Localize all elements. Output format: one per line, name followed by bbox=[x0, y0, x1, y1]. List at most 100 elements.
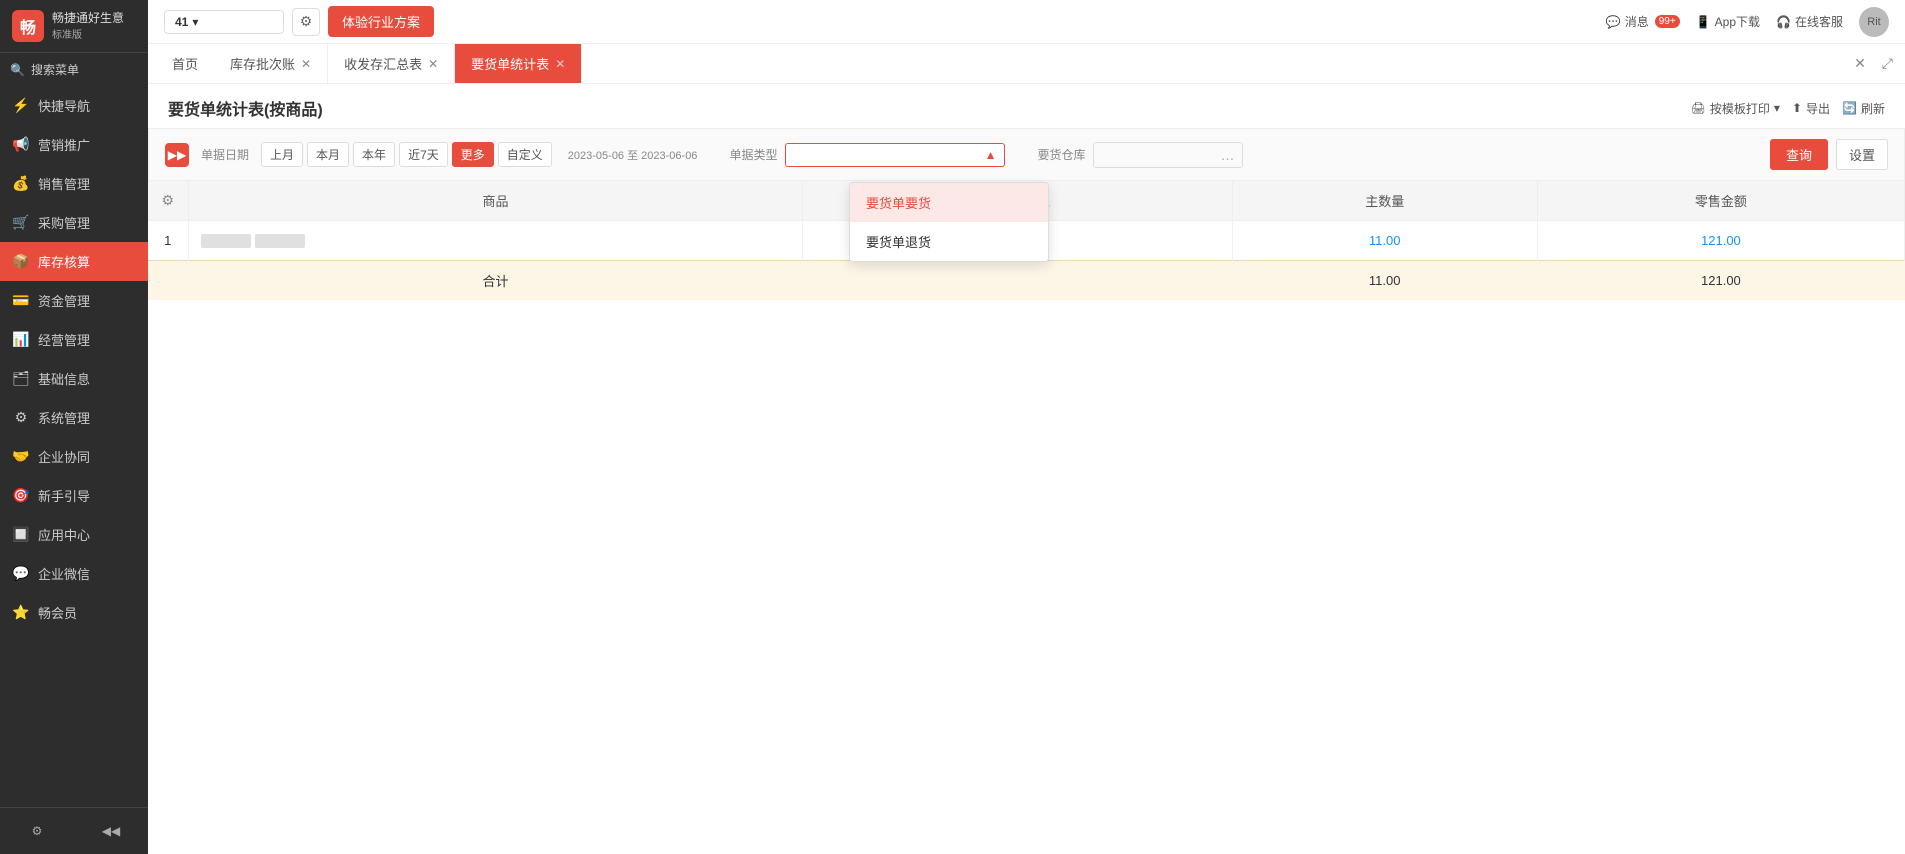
sidebar-item-label: 系统管理 bbox=[38, 408, 90, 427]
column-settings-icon[interactable]: ⚙ bbox=[161, 192, 174, 208]
sidebar-item-inventory[interactable]: 📦 库存核算 bbox=[0, 242, 148, 281]
basic-icon: 🗂 bbox=[12, 370, 30, 388]
sidebar-item-label: 企业微信 bbox=[38, 564, 90, 583]
wechat-icon: 💬 bbox=[12, 565, 30, 583]
sidebar-item-wechat[interactable]: 💬 企业微信 bbox=[0, 554, 148, 593]
date-btn-more[interactable]: 更多 bbox=[452, 142, 494, 167]
row-index: 1 bbox=[148, 221, 188, 261]
app-download-label: App下载 bbox=[1715, 13, 1760, 30]
sidebar-settings-btn[interactable]: ⚙ bbox=[0, 816, 74, 846]
th-settings: ⚙ bbox=[148, 181, 188, 221]
sidebar-item-finance[interactable]: 💳 资金管理 bbox=[0, 281, 148, 320]
online-service-button[interactable]: 🎧 在线客服 bbox=[1776, 13, 1843, 30]
dropdown-item-order-goods[interactable]: 要货单要货 bbox=[850, 183, 1048, 222]
user-avatar[interactable]: Rit bbox=[1859, 7, 1889, 37]
download-icon: 📱 bbox=[1696, 15, 1711, 29]
filter-type-section: 单据类型 ▲ bbox=[729, 143, 1005, 167]
type-select[interactable]: ▲ bbox=[785, 143, 1005, 167]
sidebar-logo: 畅 畅捷通好生意 标准版 bbox=[0, 0, 148, 53]
filter-settings-button[interactable]: 设置 bbox=[1836, 139, 1888, 170]
sidebar-item-label: 基础信息 bbox=[38, 369, 90, 388]
sidebar-bottom: ⚙ ◀◀ bbox=[0, 807, 148, 854]
th-retail-amount: 零售金额 bbox=[1537, 181, 1904, 221]
tab-close-all-icon[interactable]: ✕ bbox=[1850, 55, 1870, 72]
company-select[interactable]: 41 ▾ bbox=[164, 10, 284, 34]
sidebar-item-system[interactable]: ⚙ 系统管理 bbox=[0, 398, 148, 437]
sidebar-item-app-center[interactable]: 🔲 应用中心 bbox=[0, 515, 148, 554]
export-icon: ⬆ bbox=[1792, 101, 1802, 115]
date-btn-custom[interactable]: 自定义 bbox=[498, 142, 552, 167]
th-quantity: 主数量 bbox=[1232, 181, 1537, 221]
table-footer-row: 合计 11.00 121.00 bbox=[148, 261, 1905, 301]
tab-actions: ✕ ⤢ bbox=[1850, 55, 1897, 72]
date-btn-this-month[interactable]: 本月 bbox=[307, 142, 349, 167]
app-download-button[interactable]: 📱 App下载 bbox=[1696, 13, 1760, 30]
date-btn-this-year[interactable]: 本年 bbox=[353, 142, 395, 167]
export-button[interactable]: ⬆ 导出 bbox=[1792, 100, 1830, 117]
sidebar-item-label: 应用中心 bbox=[38, 525, 90, 544]
sidebar-item-member[interactable]: ⭐ 畅会员 bbox=[0, 593, 148, 632]
tab-expand-icon[interactable]: ⤢ bbox=[1878, 55, 1897, 72]
dropdown-item-order-return[interactable]: 要货单退货 bbox=[850, 222, 1048, 261]
sidebar-item-marketing[interactable]: 📢 营销推广 bbox=[0, 125, 148, 164]
filter-bar: ▶▶ 单据日期 上月 本月 本年 近7天 更多 自定义 2023-05-06 至… bbox=[148, 128, 1905, 181]
print-template-button[interactable]: 🖨 按模板打印 ▾ bbox=[1691, 100, 1780, 117]
type-label: 单据类型 bbox=[729, 146, 777, 163]
th-product: 商品 bbox=[188, 181, 803, 221]
tab-order-stats[interactable]: 要货单统计表 ✕ bbox=[455, 44, 582, 83]
topbar-left: 41 ▾ ⚙ 体验行业方案 bbox=[164, 6, 1594, 37]
sidebar-item-label: 新手引导 bbox=[38, 486, 90, 505]
sidebar-item-purchase[interactable]: 🛒 采购管理 bbox=[0, 203, 148, 242]
date-range-display: 2023-05-06 至 2023-06-06 bbox=[568, 147, 698, 163]
date-btn-last-7-days[interactable]: 近7天 bbox=[399, 142, 448, 167]
sidebar-item-operations[interactable]: 📊 经营管理 bbox=[0, 320, 148, 359]
chevron-down-icon: ▾ bbox=[192, 15, 198, 29]
trial-button[interactable]: 体验行业方案 bbox=[328, 6, 434, 37]
tab-inventory-batch[interactable]: 库存批次账 ✕ bbox=[214, 44, 328, 83]
topbar-gear-button[interactable]: ⚙ bbox=[292, 8, 320, 36]
footer-retail-amount: 121.00 bbox=[1537, 261, 1904, 301]
tab-close-order-stats[interactable]: ✕ bbox=[555, 57, 565, 71]
sidebar-item-enterprise[interactable]: 🤝 企业协同 bbox=[0, 437, 148, 476]
date-btn-last-month[interactable]: 上月 bbox=[261, 142, 303, 167]
tab-close-receive-summary[interactable]: ✕ bbox=[428, 57, 438, 71]
sidebar-item-guide[interactable]: 🎯 新手引导 bbox=[0, 476, 148, 515]
logo-icon: 畅 bbox=[12, 10, 44, 42]
row-product bbox=[188, 221, 803, 261]
sidebar-item-sales[interactable]: 💰 销售管理 bbox=[0, 164, 148, 203]
sidebar-item-label: 经营管理 bbox=[38, 330, 90, 349]
sidebar-item-basic[interactable]: 🗂 基础信息 bbox=[0, 359, 148, 398]
tab-home[interactable]: 首页 bbox=[156, 44, 214, 83]
refresh-button[interactable]: 🔄 刷新 bbox=[1842, 100, 1885, 117]
main-content: 41 ▾ ⚙ 体验行业方案 💬 消息 99+ 📱 App下载 🎧 在线客服 bbox=[148, 0, 1905, 854]
quick-nav-icon: ⚡ bbox=[12, 97, 30, 115]
guide-icon: 🎯 bbox=[12, 487, 30, 505]
more-options-icon[interactable]: … bbox=[1220, 147, 1234, 163]
logo-name: 畅捷通好生意 bbox=[52, 11, 124, 27]
sidebar-collapse-btn[interactable]: ◀◀ bbox=[74, 816, 148, 846]
filter-buttons: 查询 设置 bbox=[1770, 139, 1888, 170]
warehouse-input[interactable]: … bbox=[1093, 142, 1243, 168]
type-dropdown-menu: 要货单要货 要货单退货 bbox=[849, 182, 1049, 262]
tab-close-inventory-batch[interactable]: ✕ bbox=[301, 57, 311, 71]
footer-label: 合计 bbox=[188, 261, 803, 301]
topbar-right: 💬 消息 99+ 📱 App下载 🎧 在线客服 Rit bbox=[1606, 7, 1889, 37]
sidebar-item-quick-nav[interactable]: ⚡ 快捷导航 bbox=[0, 86, 148, 125]
tab-bar: 首页 库存批次账 ✕ 收发存汇总表 ✕ 要货单统计表 ✕ ✕ ⤢ bbox=[148, 44, 1905, 84]
sidebar-item-label: 营销推广 bbox=[38, 135, 90, 154]
messages-button[interactable]: 💬 消息 99+ bbox=[1606, 13, 1680, 30]
filter-toggle-button[interactable]: ▶▶ bbox=[165, 143, 189, 167]
sidebar: 畅 畅捷通好生意 标准版 🔍 搜索菜单 ⚡ 快捷导航 📢 营销推广 💰 销售管理… bbox=[0, 0, 148, 854]
page-header: 要货单统计表(按商品) 🖨 按模板打印 ▾ ⬆ 导出 🔄 刷新 bbox=[148, 84, 1905, 128]
page-actions: 🖨 按模板打印 ▾ ⬆ 导出 🔄 刷新 bbox=[1691, 100, 1885, 117]
footer-empty-1 bbox=[148, 261, 188, 301]
marketing-icon: 📢 bbox=[12, 136, 30, 154]
query-button[interactable]: 查询 bbox=[1770, 139, 1828, 170]
online-service-label: 在线客服 bbox=[1795, 13, 1843, 30]
product-placeholder bbox=[201, 234, 791, 248]
sidebar-search[interactable]: 🔍 搜索菜单 bbox=[0, 53, 148, 86]
service-icon: 🎧 bbox=[1776, 15, 1791, 29]
enterprise-icon: 🤝 bbox=[12, 448, 30, 466]
tab-receive-summary[interactable]: 收发存汇总表 ✕ bbox=[328, 44, 455, 83]
sidebar-item-label: 库存核算 bbox=[38, 252, 90, 271]
